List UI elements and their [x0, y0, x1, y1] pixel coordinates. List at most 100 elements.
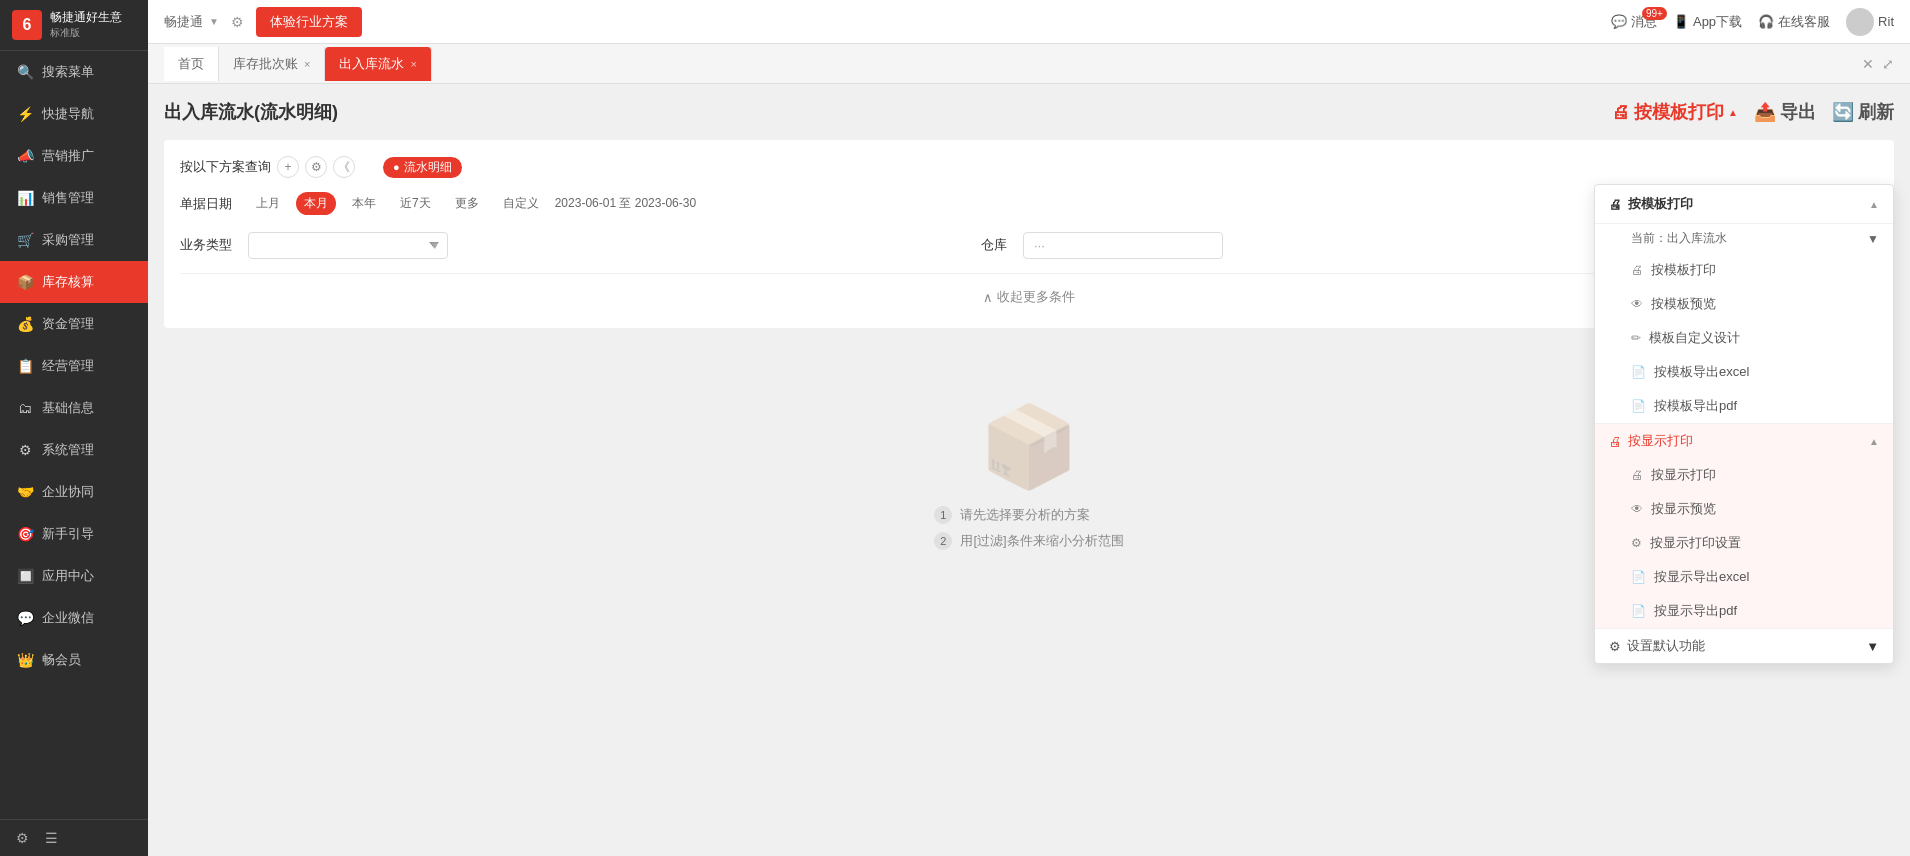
dp-template-excel-label: 按模板导出excel	[1654, 363, 1749, 381]
filter-row-1: 按以下方案查询 + ⚙ 《 ● 流水明细	[180, 156, 1878, 178]
dp-template-print[interactable]: 🖨 按模板打印	[1595, 253, 1893, 287]
sidebar-bottom: ⚙ ☰	[0, 819, 148, 856]
dp-display-settings-label: 按显示打印设置	[1650, 534, 1741, 552]
sidebar-item-finance[interactable]: 💰 资金管理	[0, 303, 148, 345]
sidebar-item-inventory[interactable]: 📦 库存核算	[0, 261, 148, 303]
print-dropdown-panel: 🖨 按模板打印 ▲ 当前：出入库流水 ▼ 🖨 按模板打印	[1594, 184, 1894, 664]
sidebar-item-system[interactable]: ⚙ 系统管理	[0, 429, 148, 471]
dp-print-icon: 🖨	[1609, 197, 1622, 212]
vip-icon: 👑	[16, 652, 34, 668]
print-btn[interactable]: 🖨 按模板打印 ▲	[1612, 100, 1738, 124]
dp-footer[interactable]: ⚙ 设置默认功能 ▼	[1595, 629, 1893, 663]
date-btn-last-month[interactable]: 上月	[248, 192, 288, 215]
dp-display-preview[interactable]: 👁 按显示预览	[1595, 492, 1893, 526]
sidebar-item-label: 企业微信	[42, 609, 94, 627]
sidebar-item-operations[interactable]: 📋 经营管理	[0, 345, 148, 387]
topbar-gear-icon[interactable]: ⚙	[231, 14, 244, 30]
empty-steps: 1 请先选择要分析的方案 2 用[过滤]条件来缩小分析范围	[934, 506, 1123, 558]
dp-header-chevron[interactable]: ▲	[1869, 199, 1879, 210]
date-btn-custom[interactable]: 自定义	[495, 192, 547, 215]
expand-window-icon[interactable]: ⤢	[1882, 56, 1894, 72]
dp-display-icon: 🖨	[1609, 434, 1622, 449]
date-btn-this-year[interactable]: 本年	[344, 192, 384, 215]
sidebar: 6 畅捷通好生意 标准版 🔍 搜索菜单 ⚡ 快捷导航 📣 营销推广 📊 销	[0, 0, 148, 856]
filter-query-label: 按以下方案查询 + ⚙ 《	[180, 156, 355, 178]
sidebar-item-enterprise[interactable]: 🤝 企业协同	[0, 471, 148, 513]
sidebar-item-label: 经营管理	[42, 357, 94, 375]
dp-template-custom-label: 模板自定义设计	[1649, 329, 1740, 347]
dp-display-pdf[interactable]: 📄 按显示导出pdf	[1595, 594, 1893, 628]
dp-display-settings[interactable]: ⚙ 按显示打印设置	[1595, 526, 1893, 560]
dp-header: 🖨 按模板打印 ▲	[1595, 185, 1893, 224]
app-download-label: App下载	[1693, 13, 1742, 31]
dp-current-chevron[interactable]: ▼	[1867, 232, 1879, 246]
dp-template-custom-icon: ✏	[1631, 331, 1641, 345]
trial-btn[interactable]: 体验行业方案	[256, 7, 362, 37]
user-avatar-btn[interactable]: Rit	[1846, 8, 1894, 36]
empty-icon: 📦	[979, 400, 1079, 494]
dp-template-print-label: 按模板打印	[1651, 261, 1716, 279]
search-icon: 🔍	[16, 64, 34, 80]
sidebar-item-purchase[interactable]: 🛒 采购管理	[0, 219, 148, 261]
empty-step-2: 2 用[过滤]条件来缩小分析范围	[934, 532, 1123, 550]
filter-add-btn[interactable]: +	[277, 156, 299, 178]
biz-select[interactable]	[248, 232, 448, 259]
collapse-more-btn[interactable]: ∧ 收起更多条件	[977, 282, 1081, 312]
online-service-btn[interactable]: 🎧 在线客服	[1758, 13, 1830, 31]
sidebar-item-marketing[interactable]: 📣 营销推广	[0, 135, 148, 177]
step-1-num: 1	[934, 506, 952, 524]
sidebar-logo: 6 畅捷通好生意 标准版	[0, 0, 148, 51]
filter-collapse-btn[interactable]: 《	[333, 156, 355, 178]
date-btn-7days[interactable]: 近7天	[392, 192, 439, 215]
dp-template-preview[interactable]: 👁 按模板预览	[1595, 287, 1893, 321]
tab-flow-close[interactable]: ×	[410, 58, 416, 70]
dp-template-pdf[interactable]: 📄 按模板导出pdf	[1595, 389, 1893, 423]
export-btn[interactable]: 📤 导出	[1754, 100, 1816, 124]
main-area: 畅捷通 ▼ ⚙ 体验行业方案 💬 消息 99+ 📱 App下载 🎧 在线客服	[148, 0, 1910, 856]
dp-display-header[interactable]: 🖨 按显示打印 ▲	[1595, 424, 1893, 458]
dp-display-chevron[interactable]: ▲	[1869, 436, 1879, 447]
page-content: 出入库流水(流水明细) 🖨 按模板打印 ▲ 📤 导出 🔄 刷新	[148, 84, 1910, 856]
sidebar-item-guide[interactable]: 🎯 新手引导	[0, 513, 148, 555]
sidebar-item-search[interactable]: 🔍 搜索菜单	[0, 51, 148, 93]
dp-display-pdf-icon: 📄	[1631, 604, 1646, 618]
date-filter: 上月 本月 本年 近7天 更多 自定义 2023-06-01 至 2023-06…	[248, 192, 696, 215]
sidebar-item-label: 新手引导	[42, 525, 94, 543]
dp-display-print[interactable]: 🖨 按显示打印	[1595, 458, 1893, 492]
app-badge: 标准版	[50, 26, 122, 40]
dp-template-custom[interactable]: ✏ 模板自定义设计	[1595, 321, 1893, 355]
sidebar-item-wechat[interactable]: 💬 企业微信	[0, 597, 148, 639]
sidebar-item-quick-nav[interactable]: ⚡ 快捷导航	[0, 93, 148, 135]
dp-current: 当前：出入库流水 ▼	[1595, 224, 1893, 253]
sidebar-item-sales[interactable]: 📊 销售管理	[0, 177, 148, 219]
bottom-settings-icon[interactable]: ⚙	[16, 830, 29, 846]
sidebar-item-vip[interactable]: 👑 畅会员	[0, 639, 148, 681]
refresh-btn[interactable]: 🔄 刷新	[1832, 100, 1894, 124]
user-dropdown-icon[interactable]: ▼	[209, 16, 219, 27]
warehouse-more-icon: ···	[1034, 238, 1045, 253]
close-window-icon[interactable]: ✕	[1862, 56, 1874, 72]
dp-template-excel[interactable]: 📄 按模板导出excel	[1595, 355, 1893, 389]
warehouse-input[interactable]: ···	[1023, 232, 1223, 259]
app-download-icon: 📱	[1673, 14, 1689, 29]
tab-inventory-batch[interactable]: 库存批次账 ×	[219, 47, 325, 81]
tab-home[interactable]: 首页	[164, 47, 219, 81]
dp-display-excel[interactable]: 📄 按显示导出excel	[1595, 560, 1893, 594]
sidebar-item-app-center[interactable]: 🔲 应用中心	[0, 555, 148, 597]
app-download-btn[interactable]: 📱 App下载	[1673, 13, 1742, 31]
date-btn-more[interactable]: 更多	[447, 192, 487, 215]
dp-template-preview-label: 按模板预览	[1651, 295, 1716, 313]
export-label: 导出	[1780, 100, 1816, 124]
tab-flow[interactable]: 出入库流水 ×	[325, 47, 431, 81]
print-label: 按模板打印	[1634, 100, 1724, 124]
dp-footer-chevron: ▼	[1866, 639, 1879, 654]
date-btn-this-month[interactable]: 本月	[296, 192, 336, 215]
filter-gear-btn[interactable]: ⚙	[305, 156, 327, 178]
step-2-label: 用[过滤]条件来缩小分析范围	[960, 532, 1123, 550]
tab-batch-close[interactable]: ×	[304, 58, 310, 70]
dp-display-pdf-label: 按显示导出pdf	[1654, 602, 1737, 620]
flow-tag: ● 流水明细	[383, 157, 462, 178]
message-btn[interactable]: 💬 消息 99+	[1611, 13, 1657, 31]
bottom-menu-icon[interactable]: ☰	[45, 830, 58, 846]
sidebar-item-base-info[interactable]: 🗂 基础信息	[0, 387, 148, 429]
